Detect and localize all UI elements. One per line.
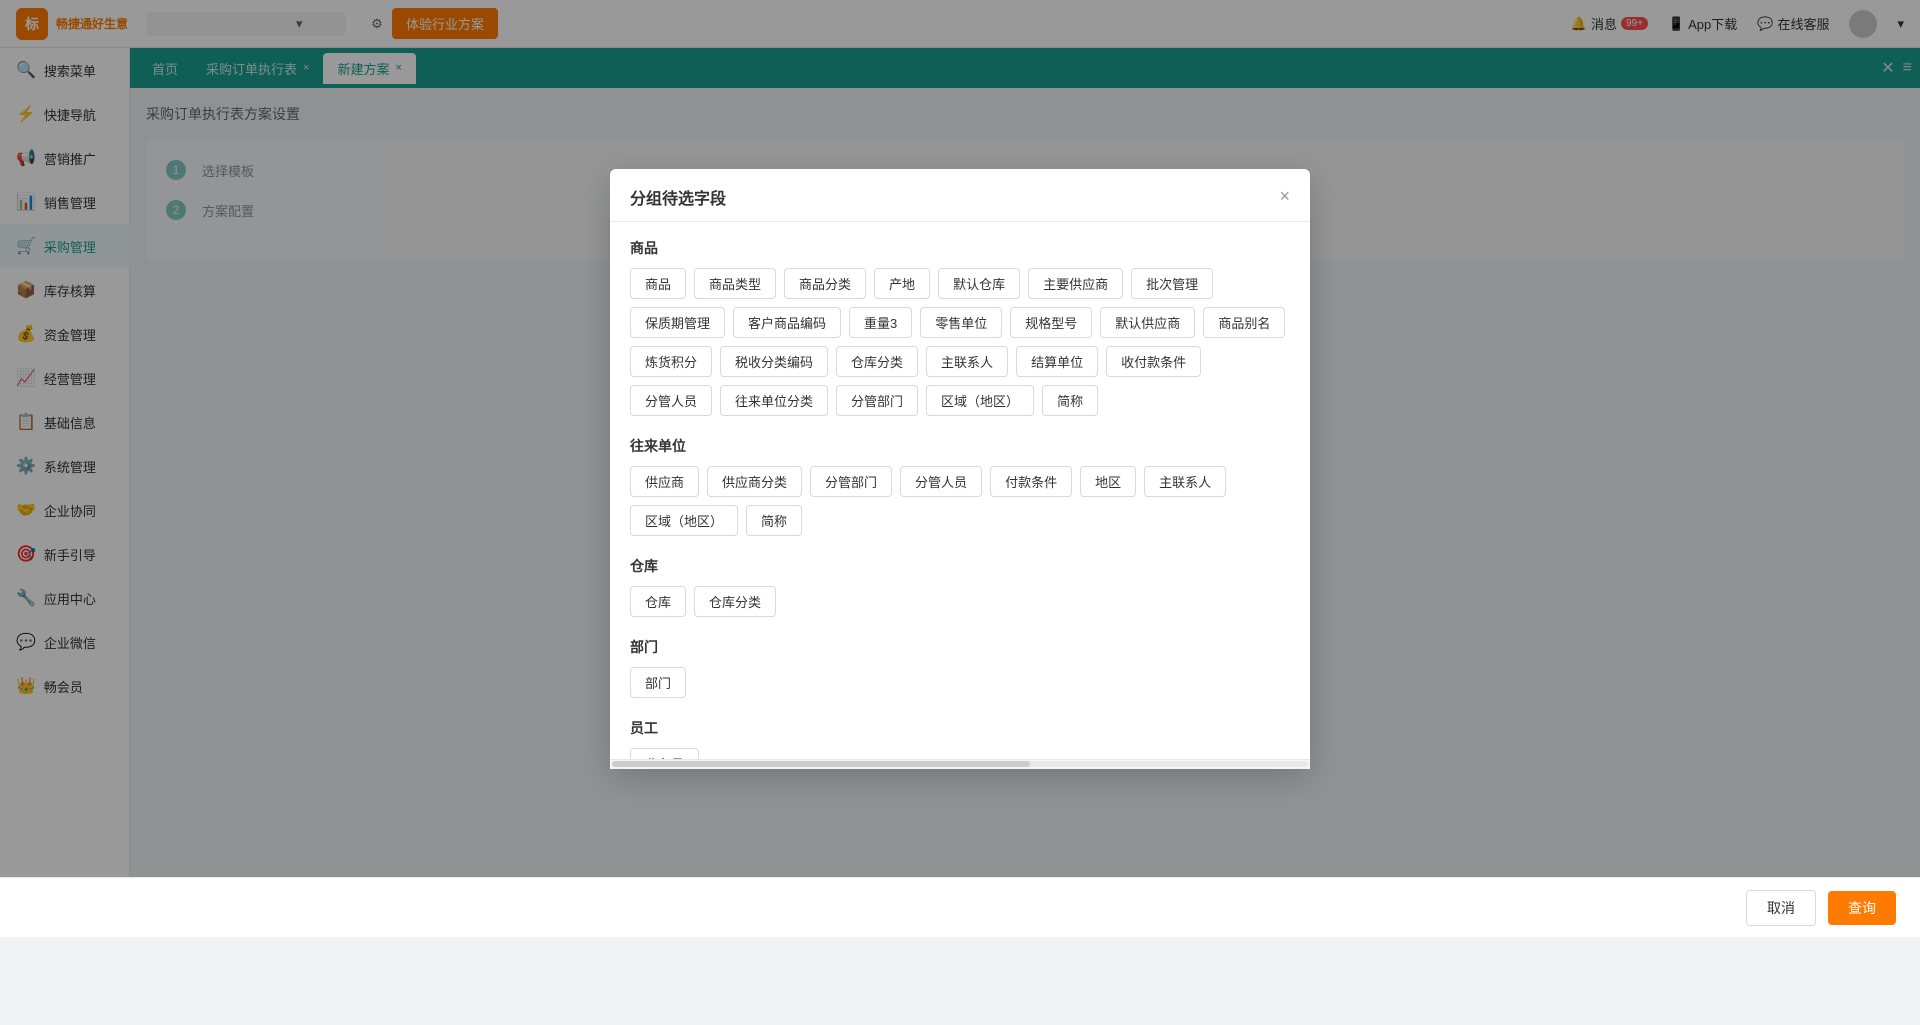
- tag-warehouse-category[interactable]: 仓库分类: [836, 346, 918, 377]
- tag-tax-category-code[interactable]: 税收分类编码: [720, 346, 828, 377]
- tag-supervisor[interactable]: 分管人员: [630, 385, 712, 416]
- modal-header: 分组待选字段 ×: [610, 169, 1310, 222]
- tag-supervise-dept[interactable]: 分管部门: [810, 466, 892, 497]
- section-warehouse: 仓库 仓库 仓库分类: [630, 556, 1290, 617]
- tag-main-supplier[interactable]: 主要供应商: [1028, 268, 1123, 299]
- tag-region-area-partner[interactable]: 区域（地区）: [630, 505, 738, 536]
- tag-product-category[interactable]: 商品分类: [784, 268, 866, 299]
- section-product: 商品 商品 商品类型 商品分类 产地 默认仓库 主要供应商 批次管理 保质期管理…: [630, 238, 1290, 416]
- tag-supervise-person[interactable]: 分管人员: [900, 466, 982, 497]
- modal-body: 商品 商品 商品类型 商品分类 产地 默认仓库 主要供应商 批次管理 保质期管理…: [610, 222, 1310, 760]
- modal-scrollbar[interactable]: [610, 759, 1310, 768]
- tag-payment-terms[interactable]: 收付款条件: [1106, 346, 1201, 377]
- section-department-title: 部门: [630, 637, 1290, 657]
- section-department: 部门 部门: [630, 637, 1290, 698]
- section-product-title: 商品: [630, 238, 1290, 258]
- tag-product[interactable]: 商品: [630, 268, 686, 299]
- tag-supplier[interactable]: 供应商: [630, 466, 699, 497]
- modal-close-button[interactable]: ×: [1279, 186, 1290, 207]
- product-tags: 商品 商品类型 商品分类 产地 默认仓库 主要供应商 批次管理 保质期管理 客户…: [630, 268, 1290, 416]
- tag-partner-category[interactable]: 往来单位分类: [720, 385, 828, 416]
- tag-settlement-unit[interactable]: 结算单位: [1016, 346, 1098, 377]
- cancel-button[interactable]: 取消: [1746, 890, 1816, 926]
- tag-batch-mgmt[interactable]: 批次管理: [1131, 268, 1213, 299]
- tag-product-type[interactable]: 商品类型: [694, 268, 776, 299]
- tag-region-partner[interactable]: 地区: [1080, 466, 1136, 497]
- section-partner: 往来单位 供应商 供应商分类 分管部门 分管人员 付款条件 地区 主联系人 区域…: [630, 436, 1290, 536]
- tag-origin[interactable]: 产地: [874, 268, 930, 299]
- tag-default-warehouse[interactable]: 默认仓库: [938, 268, 1020, 299]
- field-select-modal: 分组待选字段 × 商品 商品 商品类型 商品分类 产地 默认仓库 主要供应商 批…: [610, 169, 1310, 769]
- section-warehouse-title: 仓库: [630, 556, 1290, 576]
- modal-title: 分组待选字段: [630, 185, 726, 209]
- tag-main-contact[interactable]: 主联系人: [926, 346, 1008, 377]
- tag-region-product[interactable]: 区域（地区）: [926, 385, 1034, 416]
- tag-department[interactable]: 部门: [630, 667, 686, 698]
- tag-warehouse[interactable]: 仓库: [630, 586, 686, 617]
- scrollbar-track: [612, 761, 1308, 767]
- modal-footer: 取消 查询: [0, 877, 1920, 937]
- tag-spec-model[interactable]: 规格型号: [1010, 307, 1092, 338]
- section-employee-title: 员工: [630, 718, 1290, 738]
- tag-supplier-category[interactable]: 供应商分类: [707, 466, 802, 497]
- modal-overlay: 分组待选字段 × 商品 商品 商品类型 商品分类 产地 默认仓库 主要供应商 批…: [0, 0, 1920, 937]
- tag-smelting-points[interactable]: 炼货积分: [630, 346, 712, 377]
- tag-retail-unit[interactable]: 零售单位: [920, 307, 1002, 338]
- partner-tags: 供应商 供应商分类 分管部门 分管人员 付款条件 地区 主联系人 区域（地区） …: [630, 466, 1290, 536]
- tag-payment-condition[interactable]: 付款条件: [990, 466, 1072, 497]
- scrollbar-thumb: [612, 761, 1030, 767]
- tag-short-name-partner[interactable]: 简称: [746, 505, 802, 536]
- tag-shelf-life[interactable]: 保质期管理: [630, 307, 725, 338]
- tag-short-name-product[interactable]: 简称: [1042, 385, 1098, 416]
- tag-product-alias[interactable]: 商品别名: [1203, 307, 1285, 338]
- warehouse-tags: 仓库 仓库分类: [630, 586, 1290, 617]
- tag-main-contact-partner[interactable]: 主联系人: [1144, 466, 1226, 497]
- tag-default-supplier[interactable]: 默认供应商: [1100, 307, 1195, 338]
- section-employee: 员工 业务员: [630, 718, 1290, 760]
- tag-weight3[interactable]: 重量3: [849, 307, 912, 338]
- tag-salesperson[interactable]: 业务员: [630, 748, 699, 760]
- department-tags: 部门: [630, 667, 1290, 698]
- tag-warehouse-category2[interactable]: 仓库分类: [694, 586, 776, 617]
- tag-customer-product-code[interactable]: 客户商品编码: [733, 307, 841, 338]
- tag-dept[interactable]: 分管部门: [836, 385, 918, 416]
- section-partner-title: 往来单位: [630, 436, 1290, 456]
- employee-tags: 业务员: [630, 748, 1290, 760]
- confirm-button[interactable]: 查询: [1828, 891, 1896, 925]
